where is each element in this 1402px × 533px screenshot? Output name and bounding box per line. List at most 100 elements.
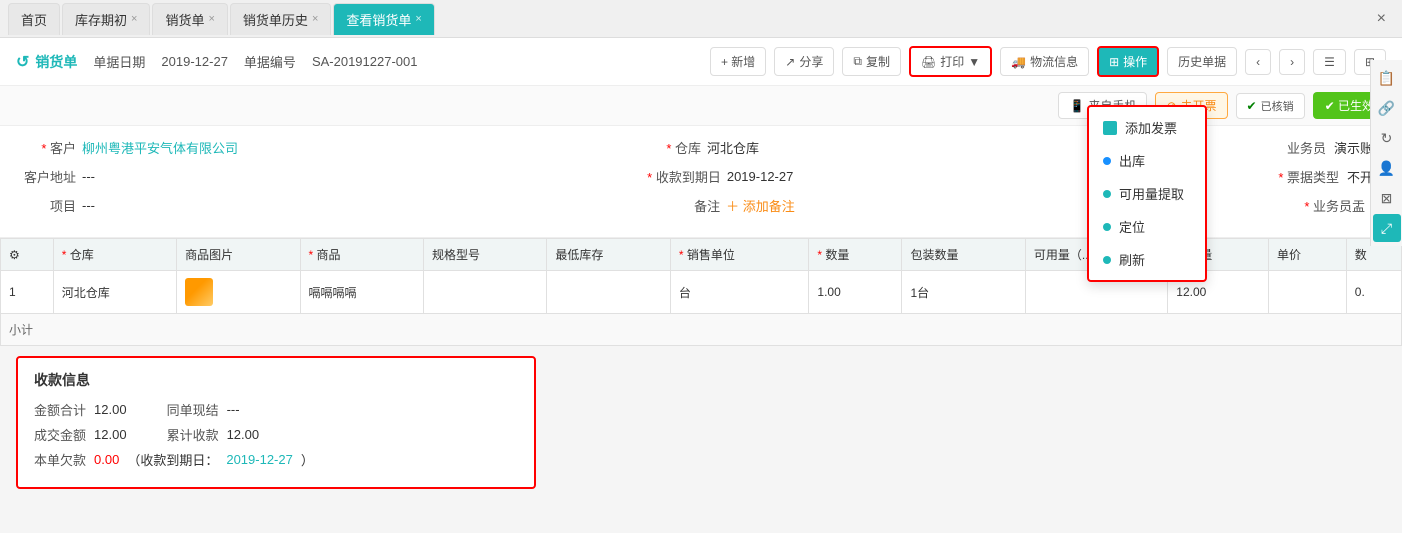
- row-spec: [423, 271, 546, 314]
- tab-view-sales[interactable]: 查看销货单 ×: [333, 3, 434, 35]
- view1-button[interactable]: ☰: [1313, 49, 1346, 75]
- col-settings[interactable]: ⚙: [1, 239, 54, 271]
- due-suffix: ）: [301, 450, 314, 469]
- address-value: ---: [82, 169, 95, 184]
- col-pack-qty: 包装数量: [902, 239, 1025, 271]
- check-circle-icon: ✔: [1247, 99, 1257, 113]
- warehouse-value: 河北仓库: [707, 138, 759, 157]
- total-field: 金额合计 12.00: [34, 400, 127, 419]
- tab-home[interactable]: 首页: [8, 3, 60, 35]
- customer-field: 客户 柳州粤港平安气体有限公司: [16, 138, 641, 157]
- project-field: 项目 ---: [16, 196, 660, 215]
- staff-field: 业务员 演示账号: [1266, 138, 1386, 157]
- sidebar-icon-1[interactable]: 📋: [1373, 64, 1401, 92]
- close-tab-sales[interactable]: ×: [208, 13, 214, 25]
- tab-sales-history[interactable]: 销货单历史 ×: [230, 3, 331, 35]
- col-product: * 商品: [300, 239, 423, 271]
- right-sidebar: 📋 🔗 ↻ 👤 ⊠ ⤢: [1370, 60, 1402, 246]
- tab-bar: 首页 库存期初 × 销货单 × 销货单历史 × 查看销货单 × ×: [0, 0, 1402, 38]
- row-min-stock: [547, 271, 670, 314]
- due-date: 2019-12-27: [226, 452, 293, 467]
- salesperson-label: 业务员盂: [1304, 196, 1365, 215]
- new-button[interactable]: + 新增: [710, 47, 766, 76]
- add-notes-link[interactable]: ＋ 添加备注: [726, 196, 795, 215]
- sidebar-icon-4[interactable]: 👤: [1373, 154, 1401, 182]
- share-button[interactable]: ↗ 分享: [774, 47, 834, 76]
- tab-sales-order[interactable]: 销货单 ×: [152, 3, 227, 35]
- same-order-label: 同单现结: [167, 400, 219, 419]
- invoice-icon: [1103, 121, 1117, 135]
- phone-icon: 📱: [1069, 99, 1084, 113]
- deal-label: 成交金额: [34, 425, 86, 444]
- copy-button[interactable]: ⧉ 复制: [842, 47, 901, 76]
- sidebar-icon-5[interactable]: ⊠: [1373, 184, 1401, 212]
- grid-icon: ⊞: [1109, 55, 1119, 69]
- project-value: ---: [82, 198, 95, 213]
- doc-header: ↺ 销货单 单据日期 2019-12-27 单据编号 SA-20191227-0…: [0, 38, 1402, 86]
- sidebar-icon-2[interactable]: 🔗: [1373, 94, 1401, 122]
- col-spec: 规格型号: [423, 239, 546, 271]
- cumulative-label: 累计收款: [167, 425, 219, 444]
- dropdown-add-invoice[interactable]: 添加发票: [1089, 111, 1205, 144]
- col-min-stock: 最低库存: [547, 239, 670, 271]
- next-button[interactable]: ›: [1279, 49, 1305, 75]
- same-order-value: ---: [227, 402, 240, 417]
- row-product: 嗝嗝嗝嗝: [300, 271, 423, 314]
- col-price: 单价: [1268, 239, 1346, 271]
- same-order-field: 同单现结 ---: [167, 400, 240, 419]
- row-extra: 0.: [1346, 271, 1401, 314]
- check-icon1[interactable]: ✔ 已核销: [1236, 93, 1305, 119]
- payment-section: 收款信息 金额合计 12.00 同单现结 --- 成交金额 12.00 累计收款…: [16, 356, 536, 489]
- due-prefix: （收款到期日：: [127, 450, 218, 469]
- col-qty: * 数量: [809, 239, 902, 271]
- row-index: 1: [1, 271, 54, 314]
- deal-field: 成交金额 12.00: [34, 425, 127, 444]
- close-main-button[interactable]: ×: [1369, 6, 1394, 32]
- sidebar-expand-icon[interactable]: ⤢: [1373, 214, 1401, 242]
- dropdown-locate[interactable]: 定位: [1089, 210, 1205, 243]
- doc-actions: + 新增 ↗ 分享 ⧉ 复制 🖨 打印 ▼ 🚚 物流信息 ⊞ 操作: [710, 46, 1386, 77]
- share-icon: ↗: [785, 55, 795, 69]
- payment-row-2: 成交金额 12.00 累计收款 12.00: [34, 425, 518, 444]
- customer-label: 客户: [16, 138, 76, 157]
- warehouse-label: 仓库: [641, 138, 701, 157]
- staff-label: 业务员: [1266, 138, 1326, 157]
- notes-field: 备注 ＋ 添加备注: [660, 196, 1304, 215]
- dropdown-available-extract[interactable]: 可用量提取: [1089, 177, 1205, 210]
- row-unit: 台: [670, 271, 809, 314]
- sidebar-icon-3[interactable]: ↻: [1373, 124, 1401, 152]
- dropdown-refresh[interactable]: 刷新: [1089, 243, 1205, 276]
- history-button[interactable]: 历史单据: [1167, 47, 1237, 76]
- tab-inventory-init[interactable]: 库存期初 ×: [62, 3, 150, 35]
- check-icon: ✔: [1325, 99, 1335, 113]
- close-tab-history[interactable]: ×: [312, 13, 318, 25]
- subtotal-label: 小计: [1, 314, 1402, 346]
- project-label: 项目: [16, 196, 76, 215]
- date-value: 2019-12-27: [161, 54, 228, 69]
- owed-field: 本单欠款 0.00 （收款到期日： 2019-12-27 ）: [34, 450, 314, 469]
- owed-label: 本单欠款: [34, 450, 86, 469]
- row-pack-qty: 1台: [902, 271, 1025, 314]
- col-product-img: 商品图片: [177, 239, 300, 271]
- payment-title: 收款信息: [34, 370, 518, 390]
- total-label: 金额合计: [34, 400, 86, 419]
- operation-button[interactable]: ⊞ 操作: [1097, 46, 1159, 77]
- row-product-img: [177, 271, 300, 314]
- doc-info: 单据日期 2019-12-27 单据编号 SA-20191227-001: [93, 52, 417, 71]
- date-label: 单据日期: [93, 52, 145, 71]
- ticket-label: 票据类型: [1278, 167, 1339, 186]
- cumulative-value: 12.00: [227, 427, 260, 442]
- prev-button[interactable]: ‹: [1245, 49, 1271, 75]
- close-tab-inventory[interactable]: ×: [131, 13, 137, 25]
- customer-value[interactable]: 柳州粤港平安气体有限公司: [82, 138, 238, 157]
- row-price: [1268, 271, 1346, 314]
- logistics-button[interactable]: 🚚 物流信息: [1000, 47, 1089, 76]
- print-dropdown-arrow: ▼: [968, 55, 980, 69]
- close-tab-view[interactable]: ×: [415, 13, 421, 25]
- dropdown-out-stock[interactable]: 出库: [1089, 144, 1205, 177]
- operation-dropdown: 添加发票 出库 可用量提取 定位 刷新: [1087, 105, 1207, 282]
- subtotal-row: 小计: [1, 314, 1402, 346]
- address-label: 客户地址: [16, 167, 76, 186]
- payment-date-value: 2019-12-27: [727, 169, 794, 184]
- print-button[interactable]: 🖨 打印 ▼: [909, 46, 992, 77]
